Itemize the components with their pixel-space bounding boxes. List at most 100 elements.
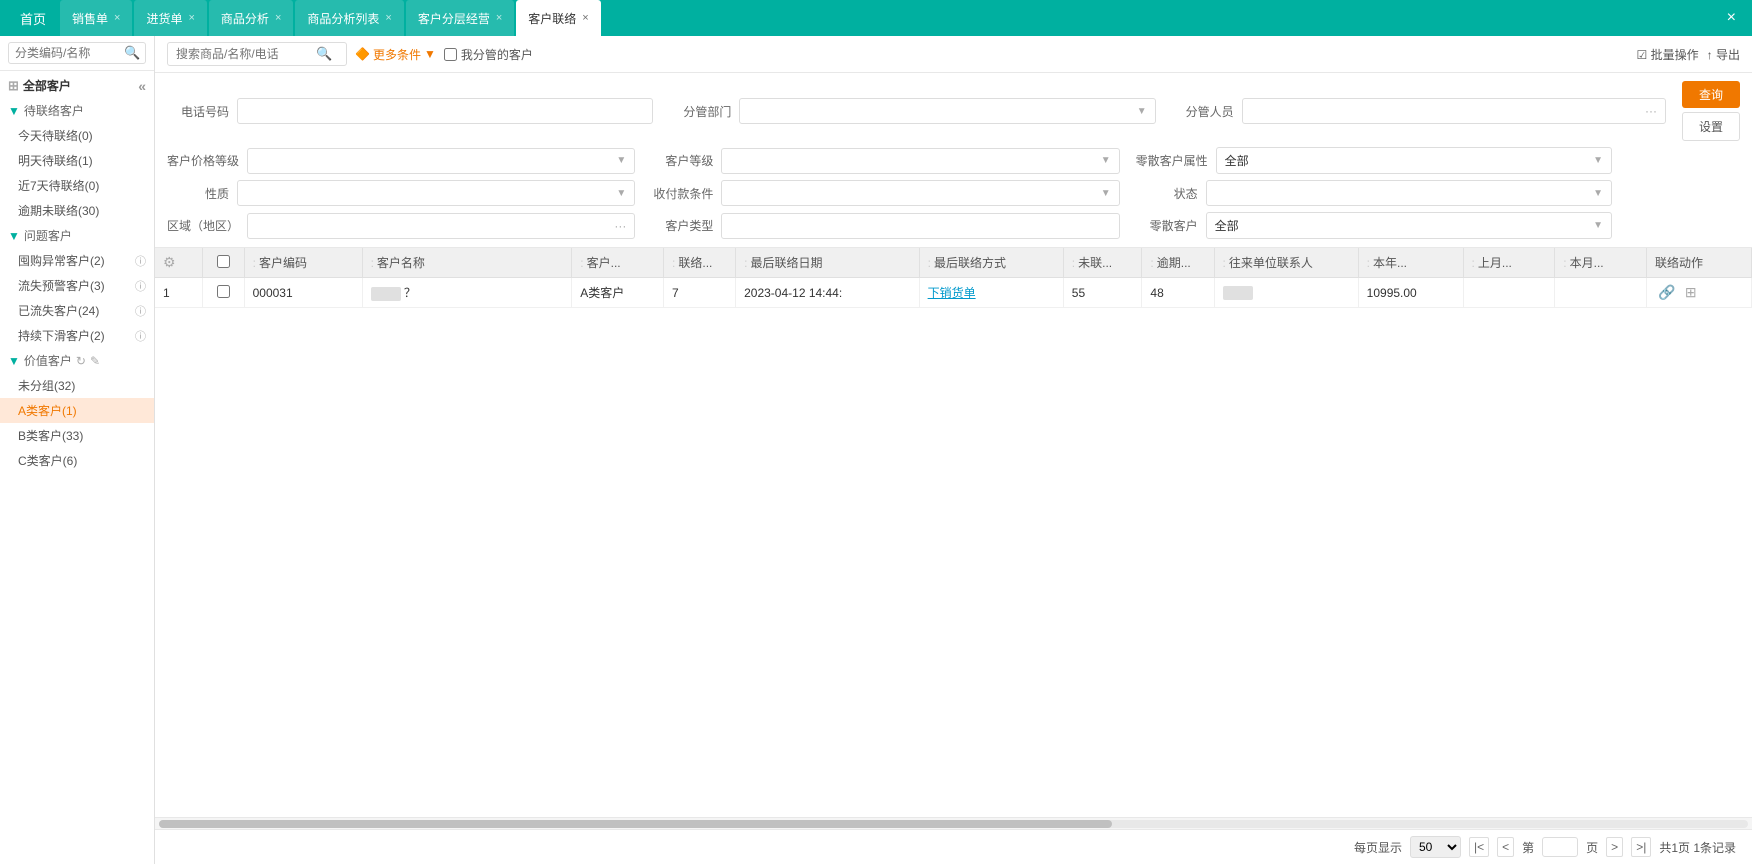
page-number-input[interactable]: 1 bbox=[1542, 837, 1578, 857]
select-all-checkbox[interactable] bbox=[217, 255, 230, 268]
sidebar-item-unclassified[interactable]: 未分组(32) bbox=[0, 373, 154, 398]
prev-page-button[interactable]: < bbox=[1497, 837, 1514, 857]
col-overdue[interactable]: 逾期... bbox=[1142, 248, 1214, 278]
my-customers-check[interactable] bbox=[444, 48, 457, 61]
arrow-down-icon-2: ▼ bbox=[8, 229, 20, 243]
sidebar-item-abnormal[interactable]: 囤购异常客户(2) ⓘ bbox=[0, 248, 154, 273]
col-contacts[interactable]: 联络... bbox=[664, 248, 736, 278]
row-more-icon[interactable]: ⊞ bbox=[1685, 284, 1697, 300]
next-page-button[interactable]: > bbox=[1606, 837, 1623, 857]
customer-search-icon[interactable]: 🔍 bbox=[316, 46, 332, 62]
export-button[interactable]: ↑ 导出 bbox=[1707, 46, 1740, 63]
nav-tab-customer-contact-label: 客户联络 bbox=[528, 10, 576, 27]
status-label: 状态 bbox=[1136, 185, 1206, 202]
nav-tab-analysis-close[interactable]: × bbox=[275, 12, 281, 24]
more-filters-button[interactable]: 🔶 更多条件 ▼ bbox=[355, 46, 436, 63]
sidebar-item-a-class[interactable]: A类客户(1) bbox=[0, 398, 154, 423]
customer-type-input[interactable] bbox=[721, 213, 1119, 239]
customer-table-container: ⚙ 客户编码 客户名称 客户... 联络... 最后联络日期 最后联络方式 未联… bbox=[155, 248, 1752, 817]
sidebar-group-pending[interactable]: ▼ 待联络客户 bbox=[0, 98, 154, 123]
export-icon: ↑ bbox=[1707, 48, 1713, 62]
customer-search-input[interactable] bbox=[176, 47, 316, 61]
my-customers-checkbox[interactable]: 我分管的客户 bbox=[444, 46, 533, 63]
col-level[interactable]: 客户... bbox=[572, 248, 664, 278]
sidebar-item-today[interactable]: 今天待联络(0) bbox=[0, 123, 154, 148]
col-code[interactable]: 客户编码 bbox=[244, 248, 362, 278]
scroll-thumb[interactable] bbox=[159, 820, 1112, 828]
table-row: 1 000031 ？ A类客户 7 2023-04-12 14:44: bbox=[155, 278, 1752, 308]
manager-input[interactable]: ··· bbox=[1242, 98, 1666, 124]
arrow-down-icon: ▼ bbox=[8, 104, 20, 118]
col-uncontacted[interactable]: 未联... bbox=[1063, 248, 1142, 278]
region-input[interactable]: ··· bbox=[247, 213, 635, 239]
arrow-down-icon-3: ▼ bbox=[8, 354, 20, 368]
sidebar-group-value[interactable]: ▼ 价值客户 ↻ ✎ bbox=[0, 348, 154, 373]
query-button[interactable]: 查询 bbox=[1682, 81, 1740, 108]
region-label: 区域（地区） bbox=[167, 217, 247, 234]
filter-payment: 收付款条件 ▼ bbox=[651, 180, 1135, 206]
retail-attr-chevron-icon: ▼ bbox=[1593, 155, 1603, 166]
sidebar-item-lost[interactable]: 已流失客户(24) ⓘ bbox=[0, 298, 154, 323]
filter-row-3: 性质 ▼ 收付款条件 ▼ 状态 bbox=[167, 180, 1740, 206]
sidebar-item-7days[interactable]: 近7天待联络(0) bbox=[0, 173, 154, 198]
nav-tab-analysis-list[interactable]: 商品分析列表 × bbox=[295, 0, 403, 36]
col-last-date[interactable]: 最后联络日期 bbox=[736, 248, 920, 278]
refresh-icon[interactable]: ↻ bbox=[76, 354, 86, 368]
last-method-link[interactable]: 下销货单 bbox=[928, 286, 976, 300]
sidebar-item-overdue[interactable]: 逾期未联络(30) bbox=[0, 198, 154, 223]
filter-department: 分管部门 ▼ bbox=[669, 98, 1171, 124]
nav-tab-customer-contact-close[interactable]: × bbox=[582, 12, 588, 24]
sidebar-item-warning[interactable]: 流失预警客户(3) ⓘ bbox=[0, 273, 154, 298]
sidebar-item-tomorrow[interactable]: 明天待联络(1) bbox=[0, 148, 154, 173]
nav-tab-customer-segment[interactable]: 客户分层经营 × bbox=[406, 0, 514, 36]
nav-tab-customer-segment-close[interactable]: × bbox=[496, 12, 502, 24]
sidebar-search-icon[interactable]: 🔍 bbox=[124, 45, 140, 61]
col-last-method[interactable]: 最后联络方式 bbox=[919, 248, 1063, 278]
edit-icon[interactable]: ✎ bbox=[90, 354, 100, 368]
retail-attr-select[interactable]: 全部 ▼ bbox=[1216, 147, 1612, 174]
customer-type-label: 客户类型 bbox=[651, 217, 721, 234]
status-select[interactable]: ▼ bbox=[1206, 180, 1612, 206]
filter-customer-type: 客户类型 bbox=[651, 213, 1135, 239]
sidebar-item-b-class[interactable]: B类客户(33) bbox=[0, 423, 154, 448]
retail-customer-select[interactable]: 全部 ▼ bbox=[1206, 212, 1612, 239]
dept-select[interactable]: ▼ bbox=[739, 98, 1155, 124]
col-contact-person[interactable]: 往来单位联系人 bbox=[1214, 248, 1358, 278]
nav-tab-analysis[interactable]: 商品分析 × bbox=[209, 0, 293, 36]
close-all-button[interactable]: × bbox=[1719, 9, 1744, 27]
phone-input[interactable] bbox=[237, 98, 653, 124]
per-page-select[interactable]: 50 100 200 bbox=[1410, 836, 1461, 858]
payment-select[interactable]: ▼ bbox=[721, 180, 1119, 206]
nav-home[interactable]: 首页 bbox=[8, 0, 58, 36]
sidebar-collapse-button[interactable]: « bbox=[138, 78, 146, 94]
nature-select[interactable]: ▼ bbox=[237, 180, 635, 206]
customer-level-select[interactable]: ▼ bbox=[721, 148, 1119, 174]
row-link-icon[interactable]: 🔗 bbox=[1658, 284, 1675, 300]
grid-icon: ⊞ bbox=[8, 78, 19, 94]
horizontal-scrollbar[interactable] bbox=[155, 817, 1752, 829]
nav-tab-customer-contact[interactable]: 客户联络 × bbox=[516, 0, 600, 36]
sidebar-item-declining[interactable]: 持续下滑客户(2) ⓘ bbox=[0, 323, 154, 348]
col-name[interactable]: 客户名称 bbox=[362, 248, 572, 278]
nav-tab-sales-close[interactable]: × bbox=[114, 12, 120, 24]
batch-ops-button[interactable]: ☑ 批量操作 bbox=[1637, 46, 1699, 63]
nav-tab-purchase[interactable]: 进货单 × bbox=[134, 0, 206, 36]
first-page-button[interactable]: |< bbox=[1469, 837, 1489, 857]
row-checkbox[interactable] bbox=[217, 285, 230, 298]
nav-tab-analysis-list-close[interactable]: × bbox=[385, 12, 391, 24]
customer-level-label: 客户等级 bbox=[651, 152, 721, 169]
gear-icon[interactable]: ⚙ bbox=[163, 254, 176, 270]
col-last-month[interactable]: 上月... bbox=[1463, 248, 1555, 278]
col-this-year[interactable]: 本年... bbox=[1358, 248, 1463, 278]
sidebar-item-c-class[interactable]: C类客户(6) bbox=[0, 448, 154, 473]
settings-button[interactable]: 设置 bbox=[1682, 112, 1740, 141]
sidebar-group-problem[interactable]: ▼ 问题客户 bbox=[0, 223, 154, 248]
col-this-month[interactable]: 本月... bbox=[1555, 248, 1647, 278]
price-level-select[interactable]: ▼ bbox=[247, 148, 635, 174]
sidebar-all-customers-label[interactable]: 全部客户 bbox=[23, 77, 71, 94]
last-page-button[interactable]: >| bbox=[1631, 837, 1651, 857]
nav-tab-sales[interactable]: 销售单 × bbox=[60, 0, 132, 36]
retail-attr-label: 零散客户属性 bbox=[1136, 152, 1216, 169]
batch-ops-icon: ☑ bbox=[1637, 48, 1648, 62]
nav-tab-purchase-close[interactable]: × bbox=[188, 12, 194, 24]
